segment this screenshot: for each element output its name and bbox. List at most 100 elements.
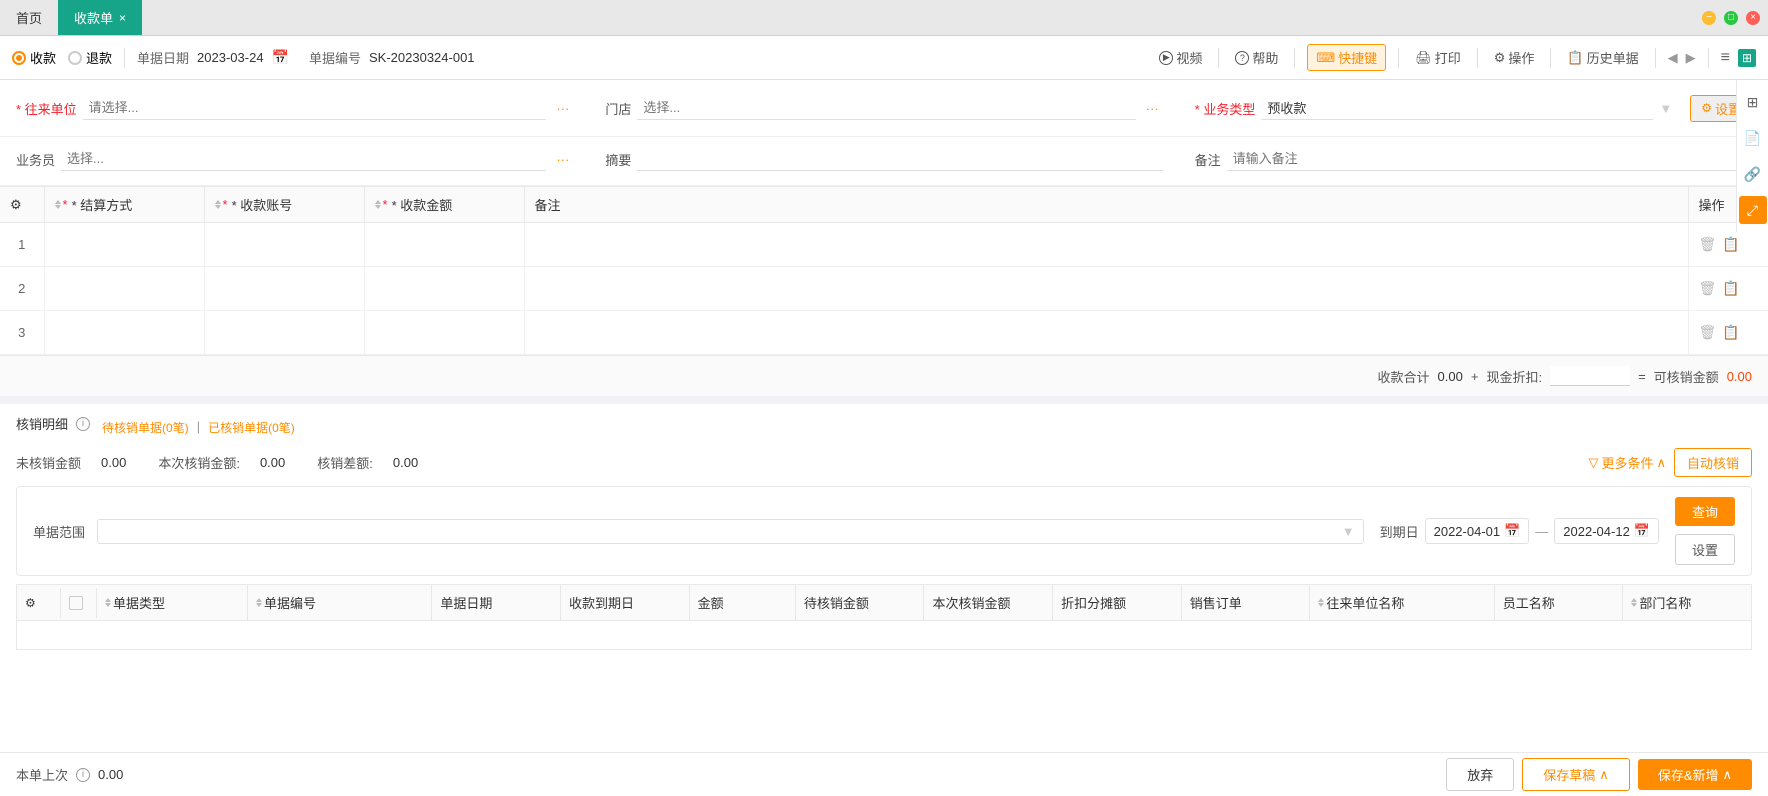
calendar-from-icon[interactable]: 📅 — [1504, 523, 1520, 539]
bth-gear[interactable]: ⚙ — [17, 588, 61, 618]
row3-amount[interactable] — [364, 311, 524, 355]
minimize-button[interactable]: − — [1702, 11, 1716, 25]
date-value: 2023-03-24 — [197, 50, 264, 65]
bth-doc-type: 单据类型 — [97, 585, 248, 620]
tab-receipt[interactable]: 收款单 × — [58, 0, 142, 35]
save-new-button[interactable]: 保存&新增 ∧ — [1638, 759, 1752, 790]
biz-type-label: * 业务类型 — [1195, 99, 1256, 118]
pending-tab[interactable]: 待核销单据(0笔) — [102, 419, 189, 436]
equals-sign: = — [1638, 369, 1646, 384]
row1-delete-icon[interactable]: 🗑 — [1699, 236, 1717, 253]
sort-icon — [55, 200, 61, 209]
row3-delete-icon[interactable]: 🗑 — [1699, 324, 1717, 341]
list-view-icon[interactable]: ≡ — [1721, 49, 1730, 67]
filter-row: 单据范围 ▼ 到期日 2022-04-01 📅 — 2022-04-12 📅 — [16, 486, 1752, 576]
store-input[interactable] — [637, 96, 1135, 120]
radio-refund-dot — [68, 51, 82, 65]
row1-copy-icon[interactable]: 📋 — [1722, 236, 1739, 253]
partner-label: * 往来单位 — [16, 99, 77, 118]
row2-account[interactable] — [204, 267, 364, 311]
video-button[interactable]: ▶ 视频 — [1155, 46, 1206, 69]
tab-close-icon[interactable]: × — [119, 11, 126, 25]
shortcut-button[interactable]: ⌨ 快捷键 — [1307, 44, 1386, 71]
radio-receipt-label: 收款 — [30, 48, 56, 67]
nav-next-icon[interactable]: ▶ — [1686, 50, 1696, 66]
row3-account[interactable] — [204, 311, 364, 355]
filter-settings-button[interactable]: 设置 — [1675, 534, 1735, 565]
row1-account[interactable] — [204, 223, 364, 267]
help-button[interactable]: ? 帮助 — [1231, 46, 1282, 69]
more-conditions-button[interactable]: ▽ 更多条件 ∧ — [1588, 453, 1666, 472]
query-button[interactable]: 查询 — [1675, 497, 1735, 526]
row3-copy-icon[interactable]: 📋 — [1722, 324, 1739, 341]
page-footer: 本单上次 i 0.00 放弃 保存草稿 ∧ 保存&新增 ∧ — [0, 752, 1768, 796]
row1-payment-method[interactable] — [44, 223, 204, 267]
hexiao-info-icon[interactable]: i — [76, 417, 90, 431]
radio-receipt-dot — [12, 51, 26, 65]
toolbar-right: ▶ 视频 ? 帮助 ⌨ 快捷键 🖨 打印 ⚙ 操作 📋 历史单据 ◀ ▶ — [1155, 44, 1756, 71]
radio-refund[interactable]: 退款 — [68, 48, 112, 67]
store-label: 门店 — [605, 99, 631, 118]
row2-amount[interactable] — [364, 267, 524, 311]
gear-settings-icon: ⚙ — [10, 197, 22, 212]
range-field: 单据范围 ▼ — [33, 519, 1364, 544]
operation-button[interactable]: ⚙ 操作 — [1490, 46, 1539, 69]
table-row: 2 🗑 📋 — [0, 267, 1768, 311]
sidebar-expand-icon[interactable]: ⤢ — [1739, 196, 1767, 224]
nav-prev-icon[interactable]: ◀ — [1668, 50, 1678, 66]
th-amount: * * 收款金额 — [364, 187, 524, 223]
tab-home[interactable]: 首页 — [0, 0, 58, 35]
grid-view-icon[interactable]: ⊞ — [1738, 49, 1756, 67]
th-settings[interactable]: ⚙ — [0, 187, 44, 223]
form-section-row1: * 往来单位 ··· 门店 ··· * 业务类型 ▼ ⚙ 设置 — [0, 80, 1768, 137]
sidebar-table-icon[interactable]: ⊞ — [1739, 88, 1767, 116]
abandon-button[interactable]: 放弃 — [1446, 758, 1514, 791]
sidebar-doc-icon[interactable]: 📄 — [1739, 124, 1767, 152]
this-time-value: 0.00 — [260, 455, 285, 470]
row1-remark[interactable] — [524, 223, 1688, 267]
row3-payment-method[interactable] — [44, 311, 204, 355]
range-dropdown-icon: ▼ — [1342, 524, 1355, 539]
salesperson-input[interactable] — [61, 147, 546, 171]
select-all-checkbox[interactable] — [69, 596, 83, 610]
bth-pending-amount: 待核销金额 — [796, 585, 925, 620]
maximize-button[interactable]: □ — [1724, 11, 1738, 25]
row2-payment-method[interactable] — [44, 267, 204, 311]
done-tab[interactable]: 已核销单据(0笔) — [208, 419, 295, 436]
calendar-to-icon[interactable]: 📅 — [1634, 523, 1650, 539]
date-to-input[interactable]: 2022-04-12 📅 — [1554, 518, 1659, 544]
sidebar-link-icon[interactable]: 🔗 — [1739, 160, 1767, 188]
this-time-label: 本次核销金额: — [158, 453, 240, 472]
row2-remark[interactable] — [524, 267, 1688, 311]
row1-amount[interactable] — [364, 223, 524, 267]
partner-input[interactable] — [83, 96, 547, 120]
biz-type-arrow-icon[interactable]: ▼ — [1659, 101, 1672, 116]
partner-more-button[interactable]: ··· — [552, 101, 573, 116]
radio-receipt[interactable]: 收款 — [12, 48, 56, 67]
range-select[interactable]: ▼ — [97, 519, 1364, 544]
auto-hexiao-button[interactable]: 自动核销 — [1674, 448, 1752, 477]
bottom-table-section: ⚙ 单据类型 单据编号 单据日期 — [16, 584, 1752, 650]
radio-refund-label: 退款 — [86, 48, 112, 67]
row2-delete-icon[interactable]: 🗑 — [1699, 280, 1717, 297]
save-arrow-icon: ∧ — [1722, 767, 1732, 783]
draft-button[interactable]: 保存草稿 ∧ — [1522, 758, 1630, 791]
store-more-button[interactable]: ··· — [1142, 101, 1163, 116]
row3-remark[interactable] — [524, 311, 1688, 355]
summary-input[interactable] — [637, 147, 1162, 171]
remark-input[interactable] — [1227, 147, 1752, 171]
th-payment-method: * * 结算方式 — [44, 187, 204, 223]
date-from-input[interactable]: 2022-04-01 📅 — [1425, 518, 1530, 544]
calendar-icon[interactable]: 📅 — [272, 49, 289, 66]
close-button[interactable]: × — [1746, 11, 1760, 25]
history-button[interactable]: 📋 历史单据 — [1563, 46, 1642, 69]
discount-input[interactable] — [1550, 366, 1630, 386]
row-num-2: 2 — [0, 267, 44, 311]
th-remark: 备注 — [524, 187, 1688, 223]
salesperson-more-button[interactable]: ··· — [552, 152, 573, 167]
row2-copy-icon[interactable]: 📋 — [1722, 280, 1739, 297]
this-order-info-icon[interactable]: i — [76, 768, 90, 782]
biz-type-input[interactable] — [1261, 96, 1653, 120]
print-button[interactable]: 🖨 打印 — [1411, 46, 1465, 69]
form-section-row2: 业务员 ··· 摘要 备注 — [0, 137, 1768, 186]
